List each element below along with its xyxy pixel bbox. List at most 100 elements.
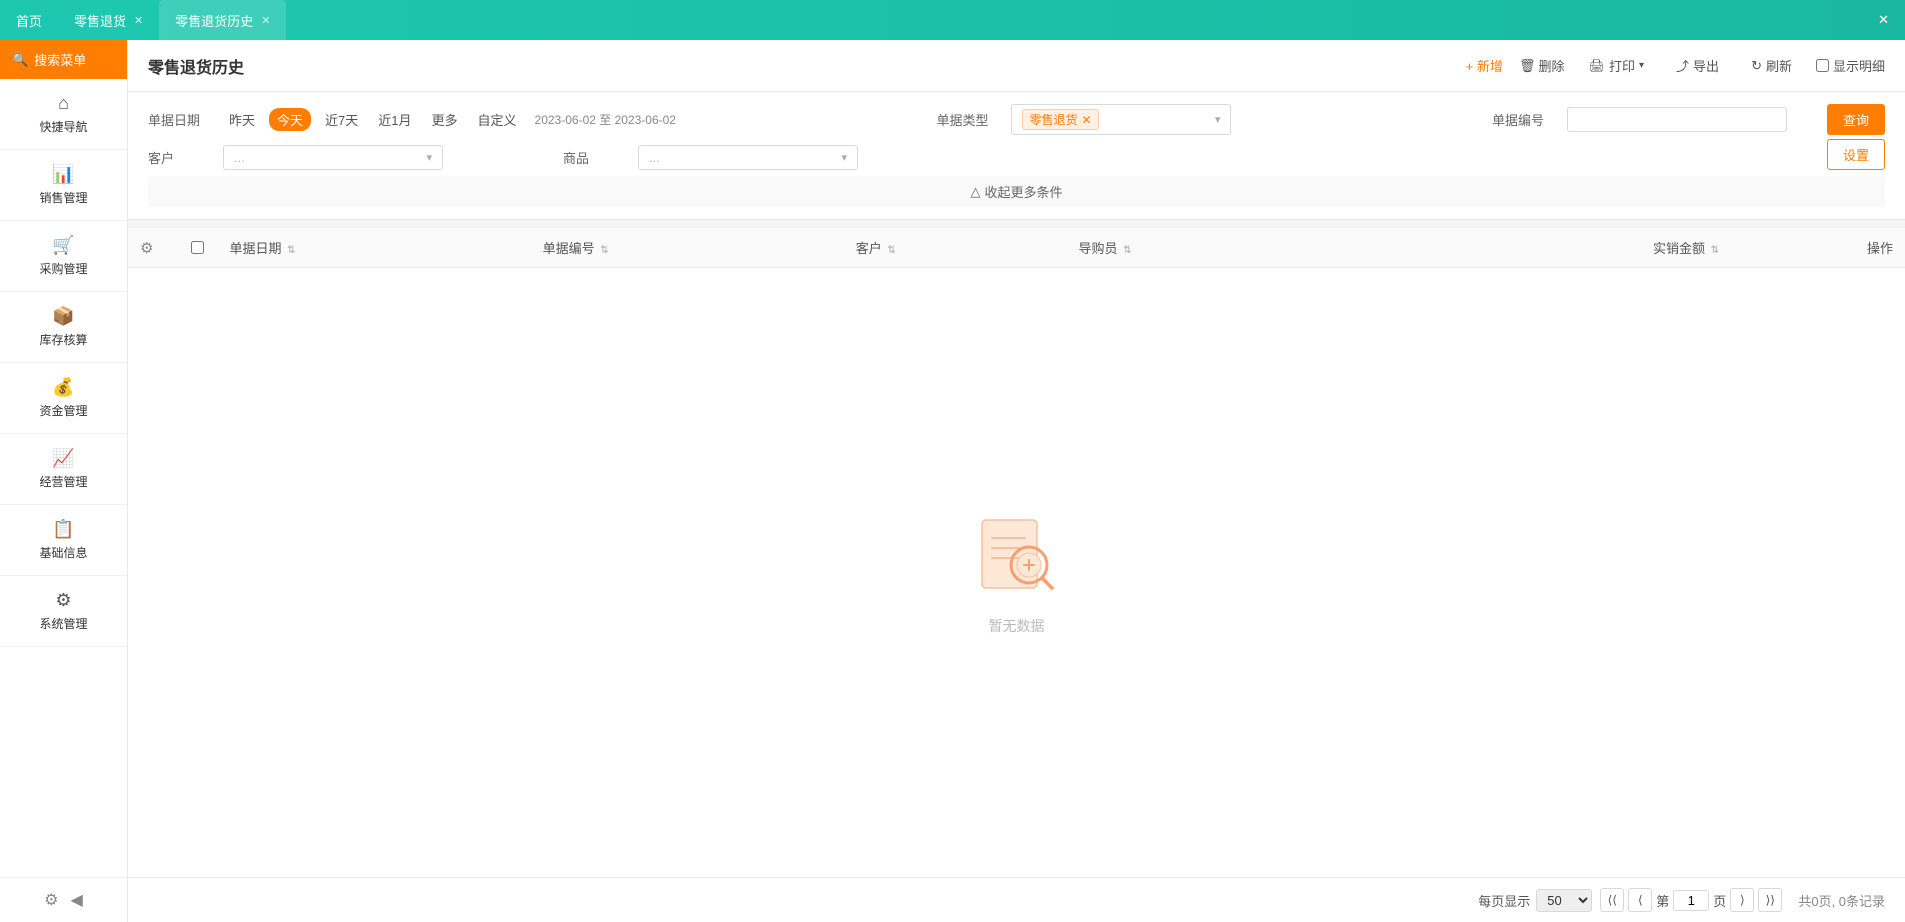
export-button[interactable]: ⤴ 导出	[1668, 52, 1727, 79]
filter-row-date: 单据日期 昨天 今天 近7天 近1月 更多 自定义 2023-06-02 至 2…	[148, 104, 1787, 135]
finance-icon: 💰	[52, 377, 74, 398]
empty-state: 暂无数据	[128, 268, 1905, 877]
pagination: 每页显示 20 50 100 ⟨⟨ ⟨ 第 页 ⟩ ⟩⟩ 共0页, 0条记录	[128, 877, 1905, 922]
type-select[interactable]: 零售退货 ✕ ▾	[1011, 104, 1231, 135]
delete-icon: 🗑	[1519, 58, 1536, 74]
sidebar-bottom: ⚙ ◀	[0, 877, 127, 922]
delete-button[interactable]: 🗑 删除	[1519, 56, 1565, 75]
type-label: 单据类型	[936, 110, 991, 129]
th-customer: 客户 ⇅	[844, 228, 1067, 268]
customer-sort-icon[interactable]: ⇅	[887, 245, 895, 256]
next-page-button[interactable]: ⟩	[1730, 888, 1754, 912]
customer-select[interactable]: ... ▾	[223, 145, 443, 170]
goods-select-arrow-icon: ▾	[841, 151, 847, 164]
home-icon: ⌂	[58, 93, 69, 114]
guide-sort-icon[interactable]: ⇅	[1123, 245, 1131, 256]
export-icon: ⤴	[1676, 56, 1689, 75]
date-label: 单据日期	[148, 110, 203, 129]
date-range-display: 2023-06-02 至 2023-06-02	[535, 111, 676, 128]
goods-placeholder: ...	[649, 150, 660, 165]
operations-icon: 📈	[52, 448, 74, 469]
new-button[interactable]: + 新增	[1466, 56, 1503, 75]
query-button[interactable]: 查询	[1827, 104, 1885, 135]
type-select-arrow-icon: ▾	[1215, 113, 1221, 126]
th-amount: 实销金额 ⇅	[1418, 228, 1731, 268]
data-table: ⚙ 单据日期 ⇅ 单据编号 ⇅	[128, 228, 1905, 268]
sidebar-item-inventory[interactable]: 📦 库存核算	[0, 292, 127, 363]
settings-bottom-icon[interactable]: ⚙	[44, 890, 58, 910]
th-actions: 操作	[1731, 228, 1905, 268]
number-input[interactable]	[1567, 107, 1787, 132]
prev-page-button[interactable]: ⟨	[1628, 888, 1652, 912]
last-page-button[interactable]: ⟩⟩	[1758, 888, 1782, 912]
customer-label: 客户	[148, 148, 203, 167]
date-sort-icon[interactable]: ⇅	[287, 245, 295, 256]
tab-home[interactable]: 首页	[0, 0, 58, 40]
sidebar-item-purchase-mgmt[interactable]: 🛒 采购管理	[0, 221, 127, 292]
collapse-icon[interactable]: ◀	[71, 890, 83, 910]
collapse-filter-button[interactable]: △ 收起更多条件	[148, 176, 1885, 207]
tab-retail-return-history[interactable]: 零售退货历史 ✕	[159, 0, 286, 40]
main-layout: 🔍 搜索菜单 ⌂ 快捷导航 📊 销售管理 🛒 采购管理 📦 库存核算 💰 资金管…	[0, 40, 1905, 922]
date-opt-7days[interactable]: 近7天	[319, 109, 364, 130]
page-title: 零售退货历史	[148, 54, 1466, 78]
sidebar-search[interactable]: 🔍 搜索菜单	[0, 40, 127, 79]
page-size-dropdown[interactable]: 20 50 100	[1536, 889, 1592, 912]
empty-state-icon	[967, 510, 1067, 600]
display-detail-checkbox[interactable]	[1816, 59, 1829, 72]
table-container: ⚙ 单据日期 ⇅ 单据编号 ⇅	[128, 228, 1905, 877]
goods-select[interactable]: ... ▾	[638, 145, 858, 170]
print-button[interactable]: 🖨 打印 ▾	[1580, 52, 1652, 79]
collapse-arrow-icon: △	[970, 184, 980, 200]
type-tag: 零售退货 ✕	[1022, 109, 1098, 130]
number-sort-icon[interactable]: ⇅	[600, 245, 608, 256]
sales-icon: 📊	[52, 164, 74, 185]
window-close-button[interactable]: ✕	[1878, 12, 1905, 28]
customer-select-arrow-icon: ▾	[426, 151, 432, 164]
select-all-checkbox[interactable]	[191, 241, 204, 254]
tab-retail-return-close-icon[interactable]: ✕	[134, 14, 143, 27]
th-number: 单据编号 ⇅	[531, 228, 844, 268]
date-opt-yesterday[interactable]: 昨天	[223, 109, 261, 130]
display-switch[interactable]: 显示明细	[1816, 56, 1885, 75]
goods-label: 商品	[563, 148, 618, 167]
sidebar-item-sys-mgmt[interactable]: ⚙ 系统管理	[0, 576, 127, 647]
table-header-row: ⚙ 单据日期 ⇅ 单据编号 ⇅	[128, 228, 1905, 268]
date-opt-1month[interactable]: 近1月	[372, 109, 417, 130]
print-icon: 🖨	[1588, 58, 1605, 74]
query-buttons: 查询 设置	[1827, 104, 1885, 170]
sidebar-item-quick-nav[interactable]: ⌂ 快捷导航	[0, 79, 127, 150]
customer-placeholder: ...	[234, 150, 245, 165]
page-size-select: 每页显示 20 50 100	[1478, 889, 1592, 912]
date-opt-more[interactable]: 更多	[426, 109, 464, 130]
page-number-input[interactable]	[1673, 890, 1709, 911]
th-spacer	[1334, 228, 1417, 268]
sidebar-item-base-info[interactable]: 📋 基础信息	[0, 505, 127, 576]
sidebar-item-operations[interactable]: 📈 经营管理	[0, 434, 127, 505]
page-nav: ⟨⟨ ⟨ 第 页 ⟩ ⟩⟩	[1600, 888, 1782, 912]
tab-retail-return-history-close-icon[interactable]: ✕	[261, 14, 270, 27]
date-opt-today[interactable]: 今天	[269, 108, 311, 131]
table-settings-icon[interactable]: ⚙	[140, 240, 153, 257]
base-info-icon: 📋	[52, 519, 74, 540]
type-tag-close-icon[interactable]: ✕	[1082, 113, 1092, 127]
inventory-icon: 📦	[52, 306, 74, 327]
refresh-button[interactable]: ↻ 刷新	[1743, 52, 1800, 79]
setting-button[interactable]: 设置	[1827, 139, 1885, 170]
purchase-icon: 🛒	[52, 235, 74, 256]
tab-retail-return[interactable]: 零售退货 ✕	[58, 0, 159, 40]
sys-mgmt-icon: ⚙	[55, 590, 71, 611]
amount-sort-icon[interactable]: ⇅	[1711, 245, 1719, 256]
top-bar: 首页 零售退货 ✕ 零售退货历史 ✕ ✕	[0, 0, 1905, 40]
th-settings: ⚙	[128, 228, 177, 268]
th-guide: 导购员 ⇅	[1066, 228, 1334, 268]
date-options: 昨天 今天 近7天 近1月 更多 自定义 2023-06-02 至 2023-0…	[223, 108, 676, 131]
date-opt-custom[interactable]: 自定义	[472, 109, 523, 130]
th-checkbox	[177, 228, 217, 268]
sidebar-item-sales-mgmt[interactable]: 📊 销售管理	[0, 150, 127, 221]
empty-text: 暂无数据	[989, 616, 1045, 636]
first-page-button[interactable]: ⟨⟨	[1600, 888, 1624, 912]
sidebar-item-finance[interactable]: 💰 资金管理	[0, 363, 127, 434]
header-actions: + 新增 🗑 删除 🖨 打印 ▾ ⤴ 导出 ↻ 刷新	[1466, 52, 1885, 79]
total-info: 共0页, 0条记录	[1798, 891, 1885, 910]
